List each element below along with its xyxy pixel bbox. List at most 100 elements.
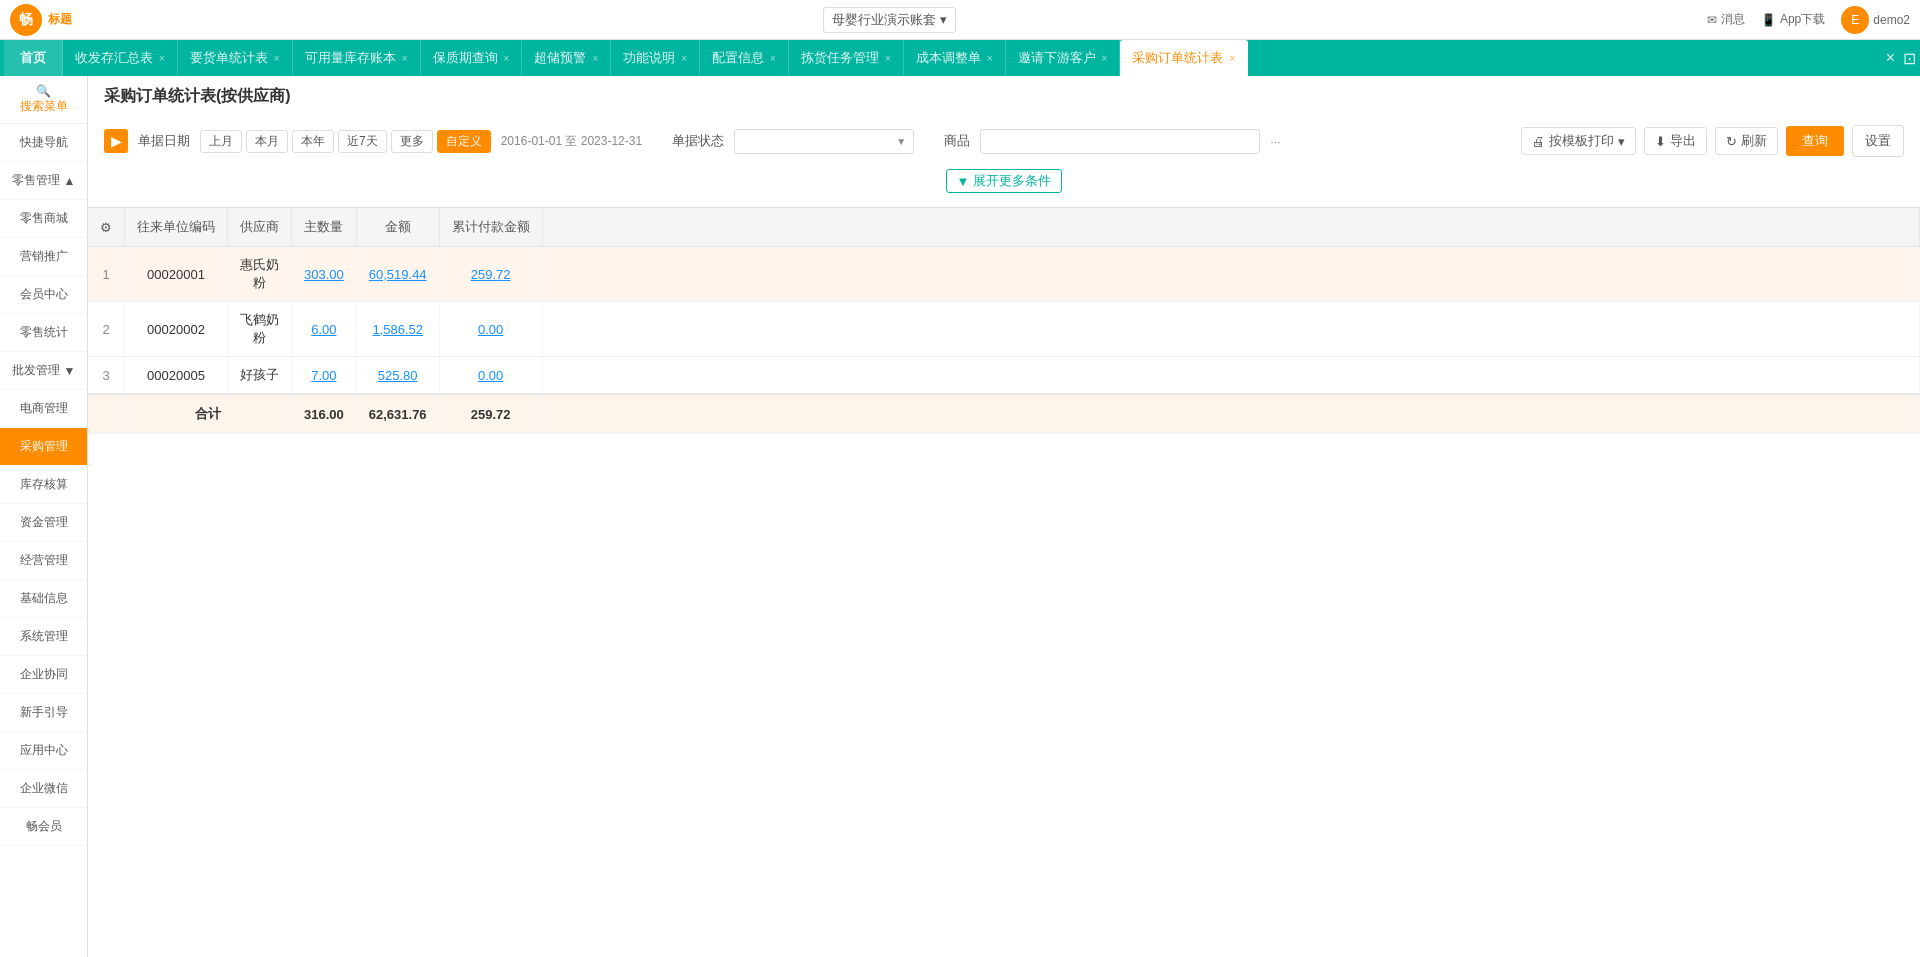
close-icon[interactable]: × — [987, 53, 993, 64]
close-icon[interactable]: × — [681, 53, 687, 64]
close-icon[interactable]: × — [1229, 53, 1235, 64]
row-paid[interactable]: 259.72 — [439, 247, 542, 302]
sidebar-item-enterprise[interactable]: 企业协同 — [0, 656, 87, 694]
close-icon[interactable]: × — [885, 53, 891, 64]
footer-paid: 259.72 — [439, 394, 542, 434]
top-bar: 畅 标题 母婴行业演示账套 ▾ ✉ 消息 📱 App下载 E demo2 — [0, 0, 1920, 40]
sidebar-item-operations[interactable]: 经营管理 — [0, 542, 87, 580]
export-btn[interactable]: ⬇ 导出 — [1644, 127, 1707, 155]
tab-chengben[interactable]: 成本调整单 × — [904, 40, 1006, 76]
table-row: 3 00020005 好孩子 7.00 525.80 0.00 — [88, 357, 1920, 395]
tab-shoufa[interactable]: 收发存汇总表 × — [63, 40, 178, 76]
table-row: 1 00020001 惠氏奶粉 303.00 60,519.44 259.72 — [88, 247, 1920, 302]
sidebar-item-member[interactable]: 会员中心 — [0, 276, 87, 314]
tab-chaochu[interactable]: 超储预警 × — [522, 40, 611, 76]
workspace-selector[interactable]: 母婴行业演示账套 ▾ — [823, 7, 956, 33]
sidebar-item-vip[interactable]: 畅会员 — [0, 808, 87, 846]
th-gear[interactable]: ⚙ — [88, 208, 125, 247]
print-btn[interactable]: 🖨 按模板打印 ▾ — [1521, 127, 1636, 155]
row-amount[interactable]: 60,519.44 — [356, 247, 439, 302]
tab-jianhuo[interactable]: 拣货任务管理 × — [789, 40, 904, 76]
tab-restore-btn[interactable]: ⊡ — [1903, 49, 1916, 68]
main-table: ⚙ 往来单位编码 供应商 主数量 金额 累计付款金额 1 00020001 惠氏… — [88, 208, 1920, 434]
tab-home[interactable]: 首页 — [4, 40, 63, 76]
arrow-icon: ▼ — [64, 364, 76, 378]
message-icon: ✉ — [1707, 13, 1717, 27]
row-code: 00020005 — [125, 357, 228, 395]
export-label: 导出 — [1670, 132, 1696, 150]
tab-kuyong[interactable]: 可用量库存账本 × — [293, 40, 421, 76]
tab-yaohuo[interactable]: 要货单统计表 × — [178, 40, 293, 76]
tab-close-btn[interactable]: × — [1886, 49, 1895, 67]
close-icon[interactable]: × — [770, 53, 776, 64]
close-icon[interactable]: × — [592, 53, 598, 64]
tab-yaoqing[interactable]: 邀请下游客户 × — [1006, 40, 1121, 76]
close-icon[interactable]: × — [274, 53, 280, 64]
th-paid: 累计付款金额 — [439, 208, 542, 247]
sidebar-item-retail-mall[interactable]: 零售商城 — [0, 200, 87, 238]
sidebar-item-inventory[interactable]: 库存核算 — [0, 466, 87, 504]
expand-label: 展开更多条件 — [973, 172, 1051, 190]
sidebar-item-purchase[interactable]: 采购管理 — [0, 428, 87, 466]
status-select[interactable] — [734, 129, 914, 154]
refresh-btn[interactable]: ↻ 刷新 — [1715, 127, 1778, 155]
footer-amount: 62,631.76 — [356, 394, 439, 434]
row-qty[interactable]: 303.00 — [292, 247, 357, 302]
sidebar-item-retail-mgmt[interactable]: 零售管理 ▲ — [0, 162, 87, 200]
query-btn[interactable]: 查询 — [1786, 126, 1844, 156]
goods-input[interactable] — [980, 129, 1260, 154]
user-area[interactable]: E demo2 — [1841, 6, 1910, 34]
tab-gongneng[interactable]: 功能说明 × — [611, 40, 700, 76]
table-row: 2 00020002 飞鹤奶粉 6.00 1,586.52 0.00 — [88, 302, 1920, 357]
print-label: 按模板打印 — [1549, 132, 1614, 150]
sidebar-item-system[interactable]: 系统管理 — [0, 618, 87, 656]
row-paid[interactable]: 0.00 — [439, 357, 542, 395]
footer-empty — [88, 394, 125, 434]
table-wrapper: ⚙ 往来单位编码 供应商 主数量 金额 累计付款金额 1 00020001 惠氏… — [88, 208, 1920, 957]
close-icon[interactable]: × — [504, 53, 510, 64]
sidebar-item-marketing[interactable]: 营销推广 — [0, 238, 87, 276]
sidebar-item-appcenter[interactable]: 应用中心 — [0, 732, 87, 770]
table-header-row: ⚙ 往来单位编码 供应商 主数量 金额 累计付款金额 — [88, 208, 1920, 247]
footer-qty: 316.00 — [292, 394, 357, 434]
date-btn-this-year[interactable]: 本年 — [292, 130, 334, 153]
messages-btn[interactable]: ✉ 消息 — [1707, 11, 1745, 28]
expand-more-btn[interactable]: ▼ 展开更多条件 — [946, 169, 1063, 193]
sidebar-item-finance[interactable]: 资金管理 — [0, 504, 87, 542]
sidebar-item-newguide[interactable]: 新手引导 — [0, 694, 87, 732]
row-qty[interactable]: 7.00 — [292, 357, 357, 395]
sidebar-item-retail-stats[interactable]: 零售统计 — [0, 314, 87, 352]
close-icon[interactable]: × — [159, 53, 165, 64]
row-code: 00020001 — [125, 247, 228, 302]
sidebar-item-quicknav[interactable]: 快捷导航 — [0, 124, 87, 162]
date-btn-custom[interactable]: 自定义 — [437, 130, 491, 153]
th-extra — [542, 208, 1919, 247]
sidebar-item-ecommerce[interactable]: 电商管理 — [0, 390, 87, 428]
nav-tabs: 首页 收发存汇总表 × 要货单统计表 × 可用量库存账本 × 保质期查询 × 超… — [0, 40, 1920, 76]
tab-caigou-active[interactable]: 采购订单统计表 × — [1120, 40, 1248, 76]
row-paid[interactable]: 0.00 — [439, 302, 542, 357]
date-btn-more[interactable]: 更多 — [391, 130, 433, 153]
sidebar-item-search[interactable]: 🔍 搜索菜单 — [0, 76, 87, 124]
settings-btn[interactable]: 设置 — [1852, 125, 1904, 157]
print-chevron: ▾ — [1618, 134, 1625, 149]
tab-peizhi[interactable]: 配置信息 × — [700, 40, 789, 76]
tab-baozhi[interactable]: 保质期查询 × — [421, 40, 523, 76]
filter-toggle-btn[interactable]: ▶ — [104, 129, 128, 153]
more-options-dots[interactable]: ··· — [1270, 134, 1281, 149]
sidebar-item-wholesale[interactable]: 批发管理 ▼ — [0, 352, 87, 390]
date-btn-this-month[interactable]: 本月 — [246, 130, 288, 153]
close-icon[interactable]: × — [1102, 53, 1108, 64]
date-filter-label: 单据日期 — [138, 132, 190, 150]
sidebar-item-wechat[interactable]: 企业微信 — [0, 770, 87, 808]
row-amount[interactable]: 525.80 — [356, 357, 439, 395]
row-amount[interactable]: 1,586.52 — [356, 302, 439, 357]
app-download-btn[interactable]: 📱 App下载 — [1761, 11, 1825, 28]
page-header-wrap: 采购订单统计表(按供应商) ▶ 单据日期 上月 本月 本年 近7天 更多 自定义… — [88, 76, 1920, 208]
date-btn-7days[interactable]: 近7天 — [338, 130, 387, 153]
filter-bar: ▶ 单据日期 上月 本月 本年 近7天 更多 自定义 2016-01-01 至 … — [104, 117, 1904, 165]
sidebar-item-basic-info[interactable]: 基础信息 — [0, 580, 87, 618]
row-qty[interactable]: 6.00 — [292, 302, 357, 357]
date-btn-last-month[interactable]: 上月 — [200, 130, 242, 153]
close-icon[interactable]: × — [402, 53, 408, 64]
